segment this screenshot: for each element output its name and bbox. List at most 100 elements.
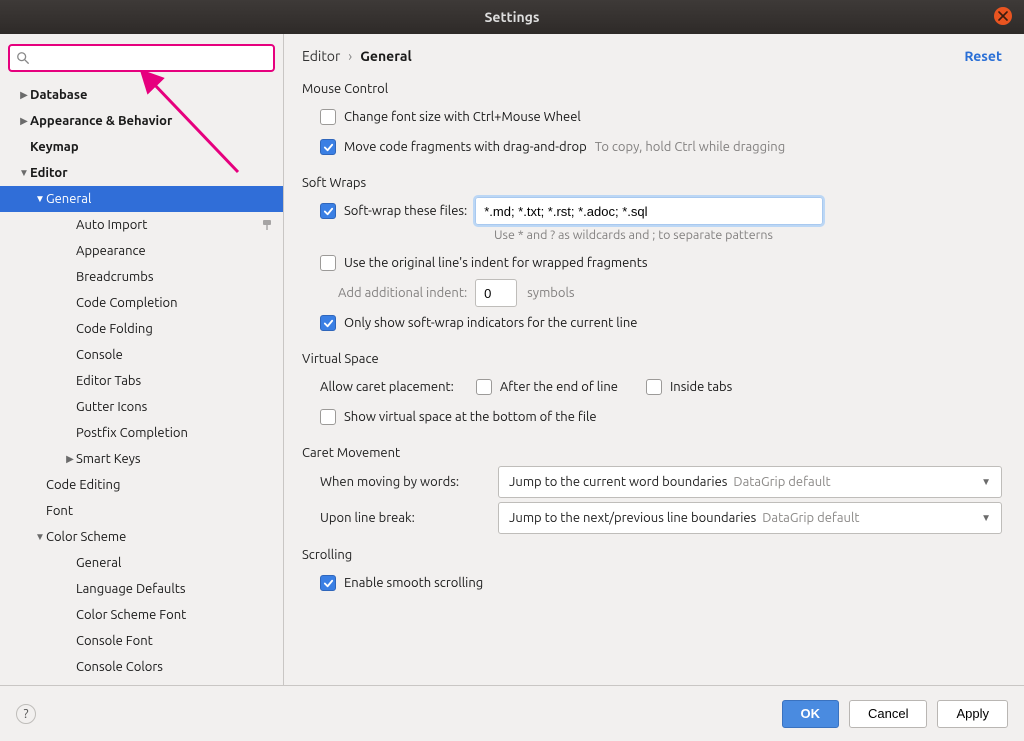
content-header: Editor › General Reset xyxy=(284,34,1024,72)
tree-item-label: Postfix Completion xyxy=(76,426,273,440)
cancel-button[interactable]: Cancel xyxy=(849,700,927,728)
caret-right-icon: ▶ xyxy=(18,115,30,127)
hint-soft-wrap-patterns: Use * and ? as wildcards and ; to separa… xyxy=(320,228,1002,242)
checkbox-only-current-line[interactable] xyxy=(320,315,336,331)
reset-link[interactable]: Reset xyxy=(964,48,1002,64)
tree-item-label: General xyxy=(76,556,273,570)
select-value: Jump to the current word boundaries xyxy=(509,475,727,489)
tree-item-label: Smart Keys xyxy=(76,452,273,466)
checkbox-inside-tabs[interactable] xyxy=(646,379,662,395)
tree-item-smart-keys[interactable]: ▶Smart Keys xyxy=(0,446,283,472)
tree-item-console-font[interactable]: ▶Console Font xyxy=(0,628,283,654)
tree-item-general[interactable]: ▼General xyxy=(0,186,283,212)
label-symbols: symbols xyxy=(527,286,574,300)
tree-item-label: Breadcrumbs xyxy=(76,270,273,284)
help-button[interactable]: ? xyxy=(16,704,36,724)
tree-item-label: Auto Import xyxy=(76,218,261,232)
tree-item-console[interactable]: ▶Console xyxy=(0,342,283,368)
tree-item-code-editing[interactable]: ▶Code Editing xyxy=(0,472,283,498)
dialog-body: ▶Database▶Appearance & Behavior▶Keymap▼E… xyxy=(0,34,1024,685)
titlebar: Settings xyxy=(0,0,1024,34)
tree-item-label: Editor xyxy=(30,166,273,180)
label-additional-indent: Add additional indent: xyxy=(338,286,467,300)
close-icon xyxy=(998,11,1008,21)
tree-item-auto-import[interactable]: ▶Auto Import xyxy=(0,212,283,238)
tree-item-label: Appearance & Behavior xyxy=(30,114,273,128)
checkbox-smooth-scrolling[interactable] xyxy=(320,575,336,591)
input-additional-indent[interactable] xyxy=(475,279,517,307)
label-use-original-indent: Use the original line's indent for wrapp… xyxy=(344,256,648,270)
label-move-drag-drop: Move code fragments with drag-and-drop xyxy=(344,140,587,154)
search-wrap xyxy=(0,34,283,80)
caret-down-icon: ▼ xyxy=(18,167,30,179)
tree-item-label: General xyxy=(46,192,273,206)
tree-item-code-folding[interactable]: ▶Code Folding xyxy=(0,316,283,342)
label-soft-wrap-files: Soft-wrap these files: xyxy=(344,204,467,218)
tree-item-color-scheme-font[interactable]: ▶Color Scheme Font xyxy=(0,602,283,628)
window-close-button[interactable] xyxy=(994,7,1012,25)
caret-down-icon: ▼ xyxy=(34,193,46,205)
caret-right-icon: ▶ xyxy=(18,89,30,101)
checkbox-soft-wrap-files[interactable] xyxy=(320,203,336,219)
section-caret-movement: Caret Movement xyxy=(302,446,1002,460)
check-icon xyxy=(323,578,334,589)
tree-item-console-colors[interactable]: ▶Console Colors xyxy=(0,654,283,680)
select-default: DataGrip default xyxy=(762,511,859,525)
content-scroll[interactable]: Mouse Control Change font size with Ctrl… xyxy=(284,72,1024,685)
tree-item-breadcrumbs[interactable]: ▶Breadcrumbs xyxy=(0,264,283,290)
tree-item-general[interactable]: ▶General xyxy=(0,550,283,576)
caret-down-icon: ▼ xyxy=(34,531,46,543)
tree-item-editor-tabs[interactable]: ▶Editor Tabs xyxy=(0,368,283,394)
tree-item-label: Color Scheme xyxy=(46,530,273,544)
pin-icon xyxy=(261,219,273,231)
settings-search[interactable] xyxy=(8,44,275,72)
checkbox-change-font-size[interactable] xyxy=(320,109,336,125)
caret-right-icon: ▶ xyxy=(64,453,76,465)
tree-item-color-scheme[interactable]: ▼Color Scheme xyxy=(0,524,283,550)
tree-item-appearance-behavior[interactable]: ▶Appearance & Behavior xyxy=(0,108,283,134)
tree-item-label: Gutter Icons xyxy=(76,400,273,414)
tree-item-database[interactable]: ▶Database xyxy=(0,82,283,108)
breadcrumb-current: General xyxy=(360,48,412,64)
tree-item-appearance[interactable]: ▶Appearance xyxy=(0,238,283,264)
breadcrumb-sep: › xyxy=(348,48,352,64)
tree-item-label: Editor Tabs xyxy=(76,374,273,388)
tree-item-editor[interactable]: ▼Editor xyxy=(0,160,283,186)
content-pane: Editor › General Reset Mouse Control Cha… xyxy=(284,34,1024,685)
settings-tree[interactable]: ▶Database▶Appearance & Behavior▶Keymap▼E… xyxy=(0,80,283,685)
check-icon xyxy=(323,318,334,329)
tree-item-label: Language Defaults xyxy=(76,582,273,596)
apply-button[interactable]: Apply xyxy=(937,700,1008,728)
checkbox-virtual-space-bottom[interactable] xyxy=(320,409,336,425)
section-scrolling: Scrolling xyxy=(302,548,1002,562)
label-allow-caret: Allow caret placement: xyxy=(320,380,454,394)
tree-item-gutter-icons[interactable]: ▶Gutter Icons xyxy=(0,394,283,420)
select-upon-line-break[interactable]: Jump to the next/previous line boundarie… xyxy=(498,502,1002,534)
tree-item-language-defaults[interactable]: ▶Language Defaults xyxy=(0,576,283,602)
check-icon xyxy=(323,206,334,217)
section-soft-wraps: Soft Wraps xyxy=(302,176,1002,190)
tree-item-label: Console xyxy=(76,348,273,362)
tree-item-code-completion[interactable]: ▶Code Completion xyxy=(0,290,283,316)
label-upon-line-break: Upon line break: xyxy=(320,511,488,525)
tree-item-font[interactable]: ▶Font xyxy=(0,498,283,524)
search-input[interactable] xyxy=(34,51,267,66)
tree-item-label: Appearance xyxy=(76,244,273,258)
tree-item-label: Font xyxy=(46,504,273,518)
tree-item-label: Code Folding xyxy=(76,322,273,336)
label-moving-by-words: When moving by words: xyxy=(320,475,488,489)
input-soft-wrap-patterns[interactable] xyxy=(475,197,823,225)
tree-item-keymap[interactable]: ▶Keymap xyxy=(0,134,283,160)
window-title: Settings xyxy=(484,9,539,25)
checkbox-use-original-indent[interactable] xyxy=(320,255,336,271)
tree-item-label: Console Colors xyxy=(76,660,273,674)
chevron-down-icon: ▼ xyxy=(981,476,991,488)
tree-item-postfix-completion[interactable]: ▶Postfix Completion xyxy=(0,420,283,446)
select-moving-by-words[interactable]: Jump to the current word boundaries Data… xyxy=(498,466,1002,498)
checkbox-after-eol[interactable] xyxy=(476,379,492,395)
ok-button[interactable]: OK xyxy=(782,700,840,728)
tree-item-label: Keymap xyxy=(30,140,273,154)
label-only-current-line: Only show soft-wrap indicators for the c… xyxy=(344,316,637,330)
dialog-footer: ? OK Cancel Apply xyxy=(0,685,1024,741)
checkbox-move-drag-drop[interactable] xyxy=(320,139,336,155)
